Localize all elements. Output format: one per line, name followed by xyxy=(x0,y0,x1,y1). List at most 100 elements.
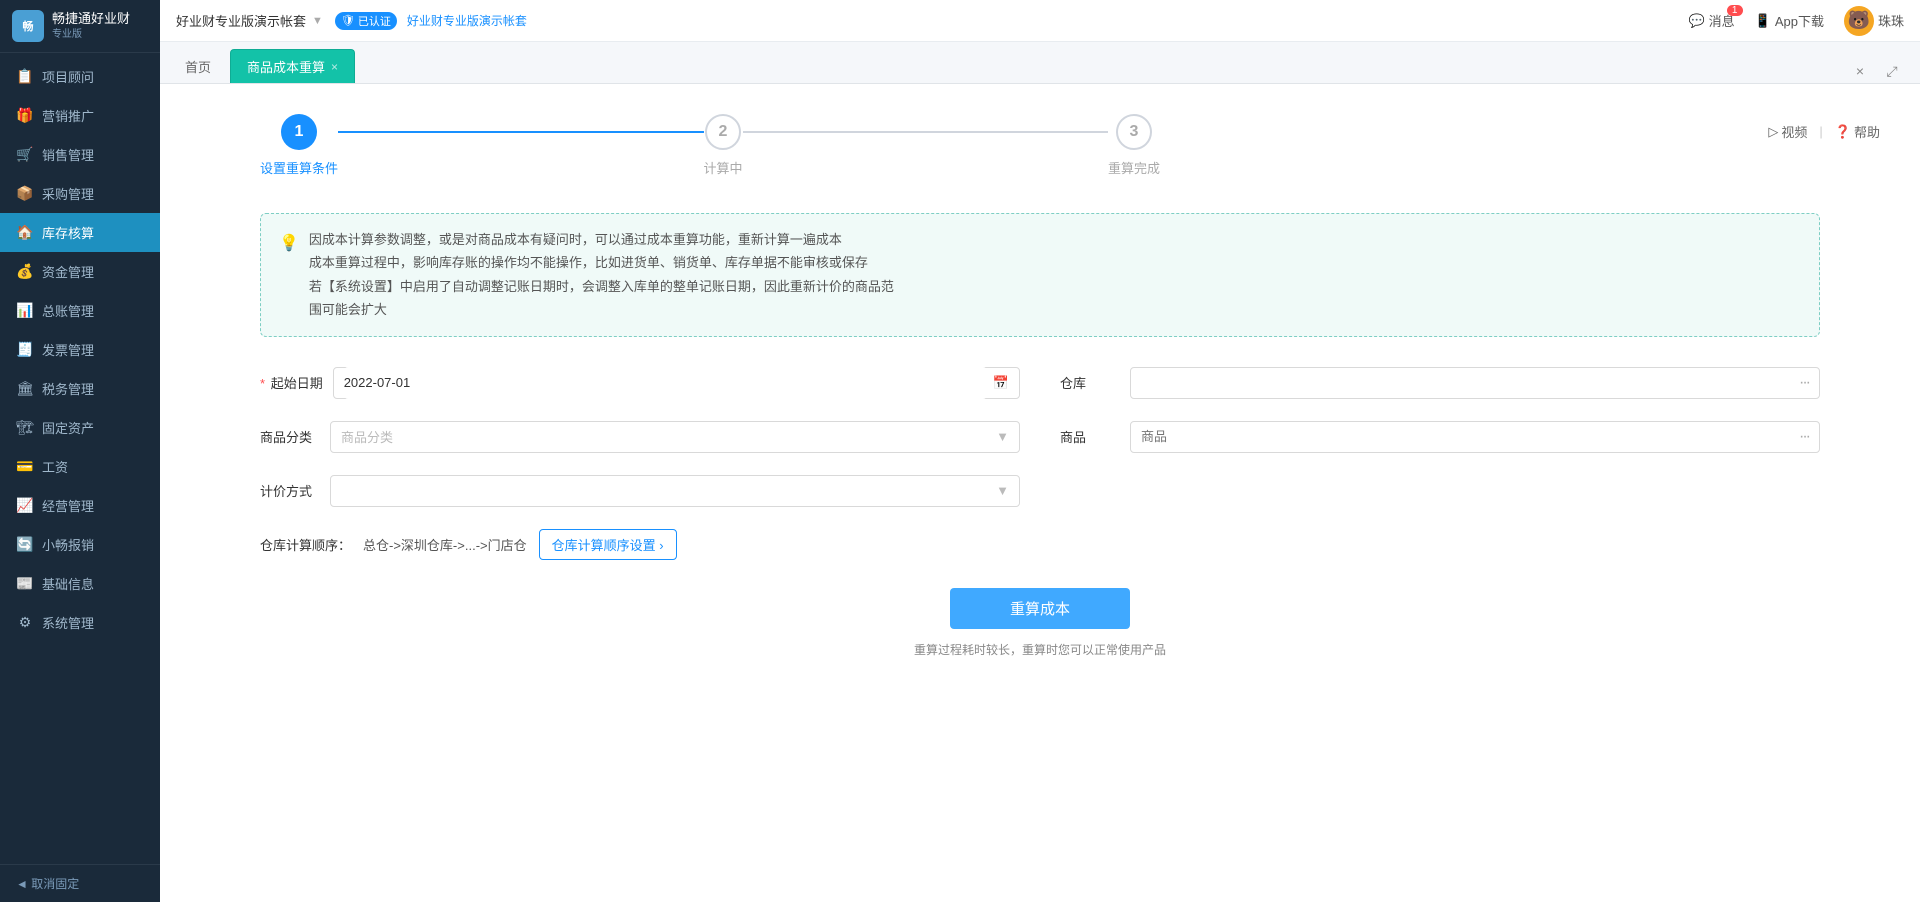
question-icon: ❓ xyxy=(1835,124,1851,140)
topbar-actions: 💬 消息 1 📱 App下载 🐻 珠珠 xyxy=(1688,6,1904,36)
close-button[interactable]: × xyxy=(1848,59,1872,83)
marketing-icon: 🎁 xyxy=(16,107,34,125)
tab-close-icon[interactable]: × xyxy=(331,60,338,74)
goods-more-icon[interactable]: ··· xyxy=(1799,428,1809,446)
topbar: 好业财专业版演示帐套 ▼ 🛡 已认证 好业财专业版演示帐套 💬 消息 1 📱 A… xyxy=(160,0,1920,42)
window-controls: × ⤢ xyxy=(1848,59,1912,83)
sidebar-item-expense[interactable]: 🔄 小畅报销 xyxy=(0,525,160,564)
price-method-label: 计价方式 xyxy=(260,481,320,500)
warehouse-order-label: 仓库计算顺序： xyxy=(260,535,351,554)
chevron-down-icon: ▼ xyxy=(996,429,1009,444)
recalc-section: 重算成本 重算过程耗时较长，重算时您可以正常使用产品 xyxy=(260,588,1820,658)
warehouse-order-btn[interactable]: 仓库计算顺序设置 › xyxy=(539,529,677,560)
maximize-button[interactable]: ⤢ xyxy=(1880,59,1904,83)
start-date-input[interactable] xyxy=(344,367,987,399)
goods-input-wrapper: ··· xyxy=(1130,421,1820,453)
info-box: 💡 因成本计算参数调整，或是对商品成本有疑问时，可以通过成本重算功能，重新计算一… xyxy=(260,213,1820,337)
step-3-circle: 3 xyxy=(1116,114,1152,150)
sidebar-footer[interactable]: ◄ 取消固定 xyxy=(0,864,160,902)
step-2: 2 计算中 xyxy=(704,114,743,177)
shield-icon: 🛡 xyxy=(341,14,355,27)
user-avatar[interactable]: 🐻 珠珠 xyxy=(1844,6,1904,36)
form-row-1: * 起始日期 📅 仓库 ··· xyxy=(260,367,1820,399)
calendar-icon[interactable]: 📅 xyxy=(993,375,1009,391)
step-1-circle: 1 xyxy=(281,114,317,150)
help-link[interactable]: ❓ 帮助 xyxy=(1835,122,1880,141)
warehouse-input[interactable] xyxy=(1141,375,1793,390)
invoice-icon: 🧾 xyxy=(16,341,34,359)
sidebar: 畅 畅捷通好业财 专业版 📋 项目顾问 🎁 营销推广 🛒 销售管理 📦 采购管理… xyxy=(0,0,160,902)
goods-label: 商品 xyxy=(1060,427,1120,446)
sidebar-item-purchase[interactable]: 📦 采购管理 xyxy=(0,174,160,213)
start-date-field: * 起始日期 📅 xyxy=(260,367,1020,399)
step-3: 3 重算完成 xyxy=(1108,114,1160,177)
more-icon[interactable]: ··· xyxy=(1799,374,1809,392)
verified-badge: 🛡 已认证 好业财专业版演示帐套 xyxy=(335,12,527,30)
tab-home[interactable]: 首页 xyxy=(168,49,228,83)
sidebar-item-accounting[interactable]: 📊 总账管理 xyxy=(0,291,160,330)
sidebar-item-project[interactable]: 📋 项目顾问 xyxy=(0,57,160,96)
sidebar-item-tax[interactable]: 🏛 税务管理 xyxy=(0,369,160,408)
tax-icon: 🏛 xyxy=(16,380,34,398)
goods-field: 商品 ··· xyxy=(1060,421,1820,453)
sidebar-nav: 📋 项目顾问 🎁 营销推广 🛒 销售管理 📦 采购管理 🏠 库存核算 💰 资金管… xyxy=(0,53,160,864)
sidebar-item-sales[interactable]: 🛒 销售管理 xyxy=(0,135,160,174)
step-line-2 xyxy=(743,131,1108,133)
price-method-select[interactable]: ▼ xyxy=(330,475,1020,507)
sidebar-item-system[interactable]: ⚙ 系统管理 xyxy=(0,603,160,642)
phone-icon: 📱 xyxy=(1755,13,1771,29)
inventory-icon: 🏠 xyxy=(16,224,34,242)
avatar: 🐻 xyxy=(1844,6,1874,36)
finance-icon: 💰 xyxy=(16,263,34,281)
sidebar-header: 畅 畅捷通好业财 专业版 xyxy=(0,0,160,53)
category-label: 商品分类 xyxy=(260,427,320,446)
sidebar-item-invoice[interactable]: 🧾 发票管理 xyxy=(0,330,160,369)
message-button[interactable]: 💬 消息 1 xyxy=(1688,11,1734,30)
info-icon: 💡 xyxy=(279,230,299,322)
info-text: 因成本计算参数调整，或是对商品成本有疑问时，可以通过成本重算功能，重新计算一遍成… xyxy=(309,228,894,322)
accounting-icon: 📊 xyxy=(16,302,34,320)
expense-icon: 🔄 xyxy=(16,536,34,554)
sidebar-item-inventory[interactable]: 🏠 库存核算 xyxy=(0,213,160,252)
warehouse-field: 仓库 ··· xyxy=(1060,367,1820,399)
category-select[interactable]: 商品分类 ▼ xyxy=(330,421,1020,453)
account-selector[interactable]: 好业财专业版演示帐套 ▼ xyxy=(176,11,323,30)
purchase-icon: 📦 xyxy=(16,185,34,203)
app-download-button[interactable]: 📱 App下载 xyxy=(1755,11,1824,30)
app-logo: 畅 xyxy=(12,10,44,42)
app-title: 畅捷通好业财 专业版 xyxy=(52,11,130,41)
step-2-circle: 2 xyxy=(705,114,741,150)
form-row-2: 商品分类 商品分类 ▼ 商品 ··· xyxy=(260,421,1820,453)
goods-input[interactable] xyxy=(1141,429,1793,444)
sidebar-item-finance[interactable]: 💰 资金管理 xyxy=(0,252,160,291)
warehouse-order-row: 仓库计算顺序： 总仓->深圳仓库->...->门店仓 仓库计算顺序设置 › xyxy=(260,529,1820,560)
video-link[interactable]: ▷ 视频 xyxy=(1768,122,1807,141)
warehouse-order-path: 总仓->深圳仓库->...->门店仓 xyxy=(363,535,527,554)
warehouse-label: 仓库 xyxy=(1060,373,1120,392)
start-date-label: * 起始日期 xyxy=(260,373,323,392)
salary-icon: 💳 xyxy=(16,458,34,476)
main-content: 1 设置重算条件 2 计算中 3 xyxy=(160,84,1920,902)
recalc-tip: 重算过程耗时较长，重算时您可以正常使用产品 xyxy=(914,641,1166,658)
recalc-btn[interactable]: 重算成本 xyxy=(950,588,1130,629)
avatar-image: 🐻 xyxy=(1848,10,1870,31)
assets-icon: 🏗 xyxy=(16,419,34,437)
step-line-1 xyxy=(338,131,703,133)
category-field: 商品分类 商品分类 ▼ xyxy=(260,421,1020,453)
step-1-label: 设置重算条件 xyxy=(260,158,338,177)
step-1: 1 设置重算条件 xyxy=(260,114,338,177)
sidebar-item-marketing[interactable]: 🎁 营销推广 xyxy=(0,96,160,135)
warehouse-input-wrapper[interactable]: ··· xyxy=(1130,367,1820,399)
price-method-chevron-icon: ▼ xyxy=(996,483,1009,498)
tabs-bar: 首页 商品成本重算 × × ⤢ xyxy=(160,42,1920,84)
info-section: 💡 因成本计算参数调整，或是对商品成本有疑问时，可以通过成本重算功能，重新计算一… xyxy=(200,213,1880,337)
sidebar-item-assets[interactable]: 🏗 固定资产 xyxy=(0,408,160,447)
start-date-input-wrapper: 📅 xyxy=(333,367,1020,399)
sidebar-item-salary[interactable]: 💳 工资 xyxy=(0,447,160,486)
ops-icon: 📈 xyxy=(16,497,34,515)
tab-cost-recalc[interactable]: 商品成本重算 × xyxy=(230,49,355,83)
sidebar-item-basic[interactable]: 📰 基础信息 xyxy=(0,564,160,603)
sales-icon: 🛒 xyxy=(16,146,34,164)
sidebar-item-ops[interactable]: 📈 经营管理 xyxy=(0,486,160,525)
dropdown-icon: ▼ xyxy=(312,15,323,27)
